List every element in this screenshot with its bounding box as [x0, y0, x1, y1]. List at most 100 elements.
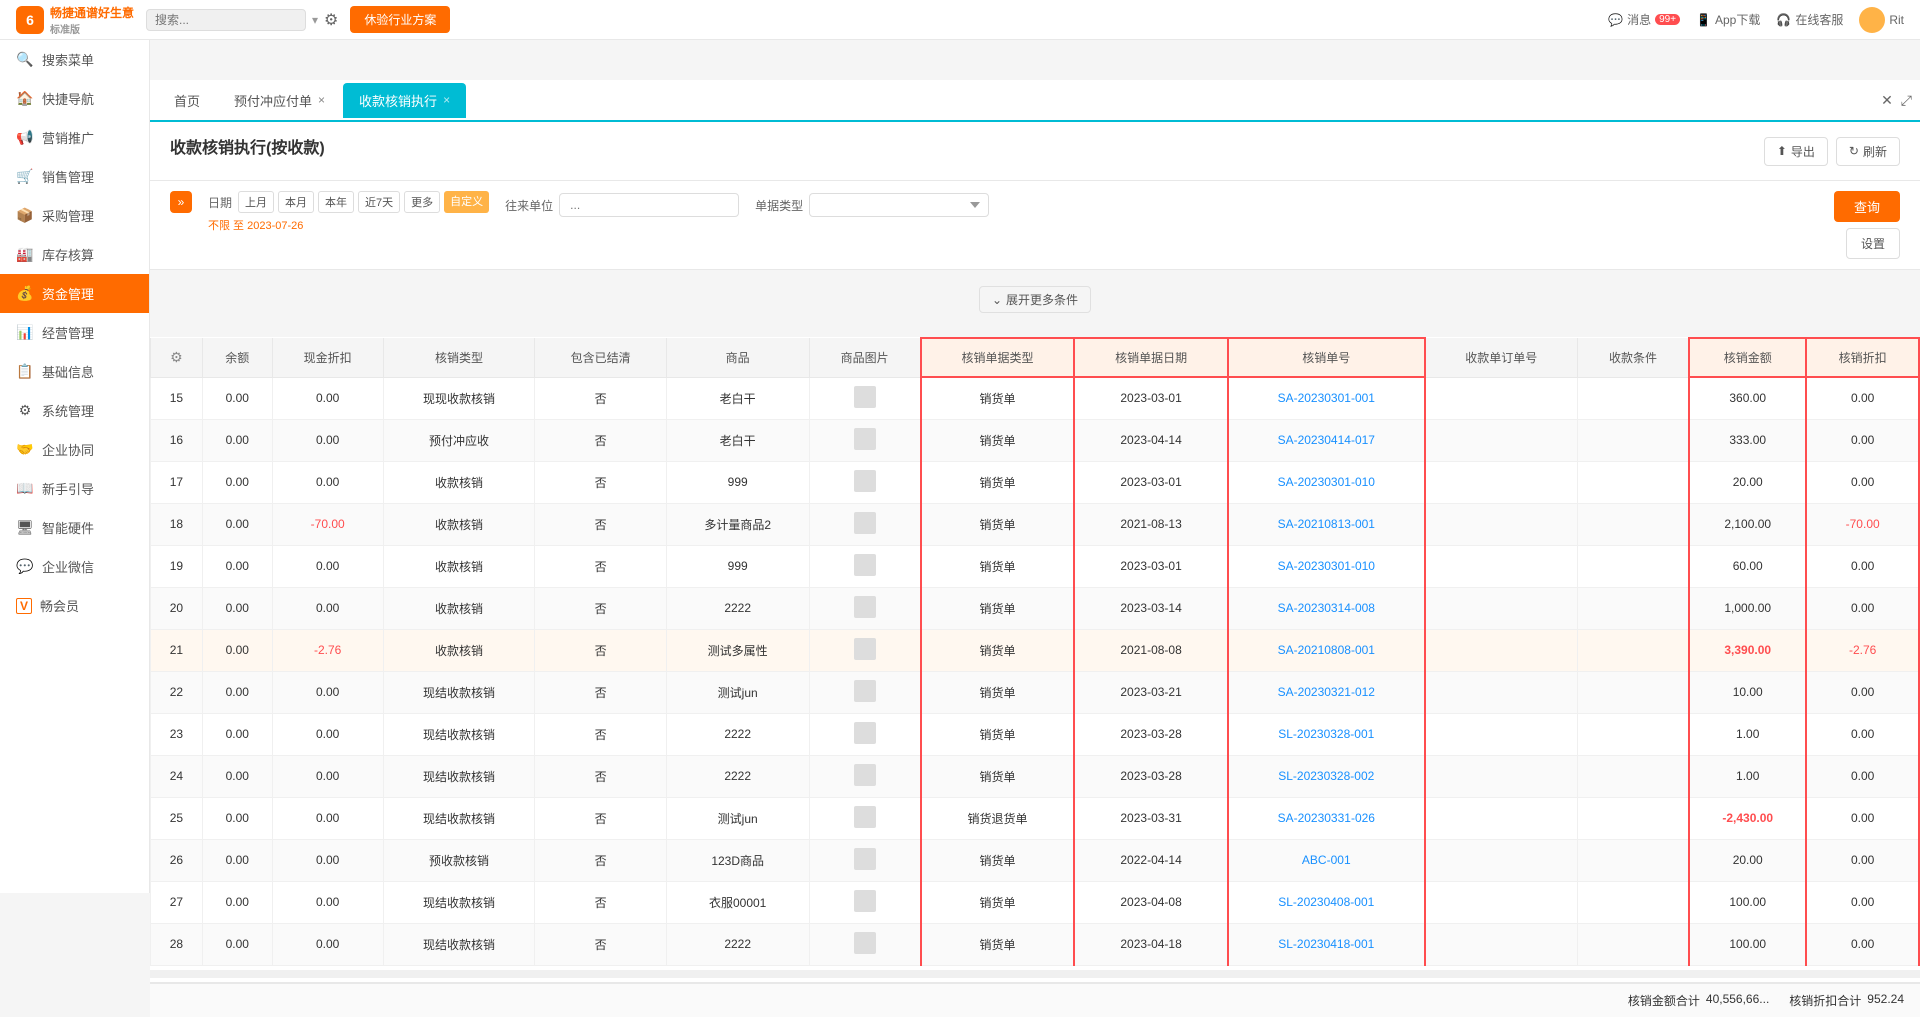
td-product: 衣服00001	[666, 881, 809, 923]
td-writeoff-discount: 0.00	[1806, 377, 1919, 419]
td-writeoff-doc-no: SL-20230328-002	[1228, 755, 1425, 797]
th-setting[interactable]: ⚙	[151, 338, 203, 377]
td-receipt-condition	[1577, 713, 1689, 755]
sidebar-item-wechat[interactable]: 💬 企业微信	[0, 547, 149, 586]
expand-filter-btn[interactable]: »	[170, 191, 192, 213]
td-writeoff-amount: 3,390.00	[1689, 629, 1806, 671]
td-writeoff-doc-date: 2023-03-21	[1074, 671, 1228, 713]
td-writeoff-doc-no: SA-20230314-008	[1228, 587, 1425, 629]
sidebar-item-inventory[interactable]: 🏭 库存核算	[0, 235, 149, 274]
writeoff-doc-link[interactable]: SA-20230301-001	[1278, 391, 1375, 405]
sidebar-item-operations[interactable]: 📊 经营管理	[0, 313, 149, 352]
writeoff-doc-link[interactable]: SA-20230301-010	[1278, 475, 1375, 489]
writeoff-doc-link[interactable]: SA-20230331-026	[1278, 811, 1375, 825]
td-balance: 0.00	[202, 755, 272, 797]
sidebar-item-member[interactable]: V 畅会员	[0, 586, 149, 625]
td-cash-discount: 0.00	[272, 377, 383, 419]
voucher-type-label: 单据类型	[755, 197, 803, 214]
breadcrumb-input[interactable]	[146, 9, 306, 31]
td-writeoff-discount: 0.00	[1806, 797, 1919, 839]
tab-close-prepay[interactable]: ×	[318, 93, 325, 107]
date-this-month-btn[interactable]: 本月	[278, 191, 314, 213]
refresh-btn[interactable]: ↻ 刷新	[1836, 137, 1900, 166]
voucher-type-select[interactable]	[809, 193, 989, 217]
td-include-cleared: 否	[535, 671, 666, 713]
td-writeoff-doc-date: 2021-08-08	[1074, 629, 1228, 671]
sidebar-item-enterprise[interactable]: 🤝 企业协同	[0, 430, 149, 469]
col-settings-icon[interactable]: ⚙	[170, 349, 183, 366]
expand-conditions-btn[interactable]: ⌄ 展开更多条件	[979, 286, 1091, 313]
writeoff-doc-link[interactable]: SL-20230408-001	[1278, 895, 1374, 909]
horizontal-scrollbar[interactable]	[150, 970, 1920, 978]
date-this-year-btn[interactable]: 本年	[318, 191, 354, 213]
td-cash-discount: 0.00	[272, 713, 383, 755]
writeoff-doc-link[interactable]: ABC-001	[1302, 853, 1351, 867]
writeoff-doc-link[interactable]: SA-20210808-001	[1278, 643, 1375, 657]
counterpart-input[interactable]	[559, 193, 739, 217]
tab-home[interactable]: 首页	[158, 83, 216, 118]
writeoff-doc-link[interactable]: SA-20210813-001	[1278, 517, 1375, 531]
writeoff-doc-link[interactable]: SA-20230301-010	[1278, 559, 1375, 573]
td-product-img	[809, 629, 921, 671]
td-cash-discount: 0.00	[272, 881, 383, 923]
user-area[interactable]: Rit	[1859, 7, 1904, 33]
th-writeoff-discount: 核销折扣	[1806, 338, 1919, 377]
td-writeoff-type: 收款核销	[383, 503, 535, 545]
tab-prepay[interactable]: 预付冲应付单 ×	[218, 83, 341, 118]
expand-conditions-bar: ⌄ 展开更多条件	[150, 270, 1920, 329]
tab-expand-btn[interactable]: ⤢	[1901, 92, 1912, 109]
td-writeoff-doc-no: SA-20230301-010	[1228, 545, 1425, 587]
td-writeoff-discount: -70.00	[1806, 503, 1919, 545]
tab-writeoff[interactable]: 收款核销执行 ×	[343, 83, 466, 118]
settings-icon[interactable]: ⚙	[324, 10, 338, 30]
writeoff-doc-link[interactable]: SA-20230414-017	[1278, 433, 1375, 447]
app-download-btn[interactable]: 📱 App下载	[1696, 11, 1760, 28]
settings-btn[interactable]: 设置	[1846, 228, 1900, 259]
td-no: 28	[151, 923, 203, 965]
writeoff-doc-link[interactable]: SL-20230418-001	[1278, 937, 1374, 951]
wechat-icon: 💬	[16, 558, 34, 576]
tab-close-all-btn[interactable]: ✕	[1881, 92, 1893, 109]
sidebar-item-marketing[interactable]: 📢 营销推广	[0, 118, 149, 157]
sidebar-item-finance[interactable]: 💰 资金管理	[0, 274, 149, 313]
writeoff-doc-link[interactable]: SL-20230328-001	[1278, 727, 1374, 741]
query-btn[interactable]: 查询	[1834, 191, 1900, 222]
writeoff-doc-link[interactable]: SA-20230314-008	[1278, 601, 1375, 615]
td-receipt-condition	[1577, 881, 1689, 923]
sidebar-item-system[interactable]: ⚙ 系统管理	[0, 391, 149, 430]
total-discount-label: 核销折扣合计	[1789, 992, 1861, 1009]
date-7days-btn[interactable]: 近7天	[358, 191, 400, 213]
table-container: ⚙ 余额 现金折扣 核销类型 包含已结清 商品 商品图片 核销单据类型 核销单据…	[150, 337, 1920, 1017]
total-amount-value: 40,556,66...	[1706, 992, 1769, 1009]
export-btn[interactable]: ⬆ 导出	[1764, 137, 1828, 166]
online-service-btn[interactable]: 🎧 在线客服	[1776, 11, 1843, 28]
td-writeoff-doc-no: SA-20210813-001	[1228, 503, 1425, 545]
sidebar-item-label: 企业协同	[42, 440, 94, 459]
writeoff-doc-link[interactable]: SA-20230321-012	[1278, 685, 1375, 699]
td-writeoff-amount: 60.00	[1689, 545, 1806, 587]
sidebar-item-quick-nav[interactable]: 🏠 快捷导航	[0, 79, 149, 118]
sidebar-item-label: 基础信息	[42, 362, 94, 381]
sidebar-item-hardware[interactable]: 🖥 智能硬件	[0, 508, 149, 547]
date-more-btn[interactable]: 更多	[404, 191, 440, 213]
td-balance: 0.00	[202, 545, 272, 587]
td-writeoff-doc-no: SA-20230301-001	[1228, 377, 1425, 419]
industry-btn[interactable]: 休验行业方案	[350, 6, 450, 33]
date-last-month-btn[interactable]: 上月	[238, 191, 274, 213]
td-include-cleared: 否	[535, 461, 666, 503]
td-include-cleared: 否	[535, 419, 666, 461]
writeoff-doc-link[interactable]: SL-20230328-002	[1278, 769, 1374, 783]
sidebar-item-guide[interactable]: 📖 新手引导	[0, 469, 149, 508]
tab-close-writeoff[interactable]: ×	[443, 93, 450, 107]
sidebar-item-basic[interactable]: 📋 基础信息	[0, 352, 149, 391]
sidebar-item-sales[interactable]: 🛒 销售管理	[0, 157, 149, 196]
sidebar-item-purchase[interactable]: 📦 采购管理	[0, 196, 149, 235]
sidebar-item-search[interactable]: 🔍 搜索菜单	[0, 40, 149, 79]
messages-btn[interactable]: 💬 消息 99+	[1608, 11, 1680, 28]
td-writeoff-type: 现结收款核销	[383, 713, 535, 755]
page-header: 收款核销执行(按收款) ⬆ 导出 ↻ 刷新	[150, 122, 1920, 181]
tab-bar-actions: ✕ ⤢	[1881, 92, 1912, 109]
refresh-icon: ↻	[1849, 144, 1859, 158]
td-product: 2222	[666, 713, 809, 755]
table-row: 23 0.00 0.00 现结收款核销 否 2222 销货单 2023-03-2…	[151, 713, 1920, 755]
